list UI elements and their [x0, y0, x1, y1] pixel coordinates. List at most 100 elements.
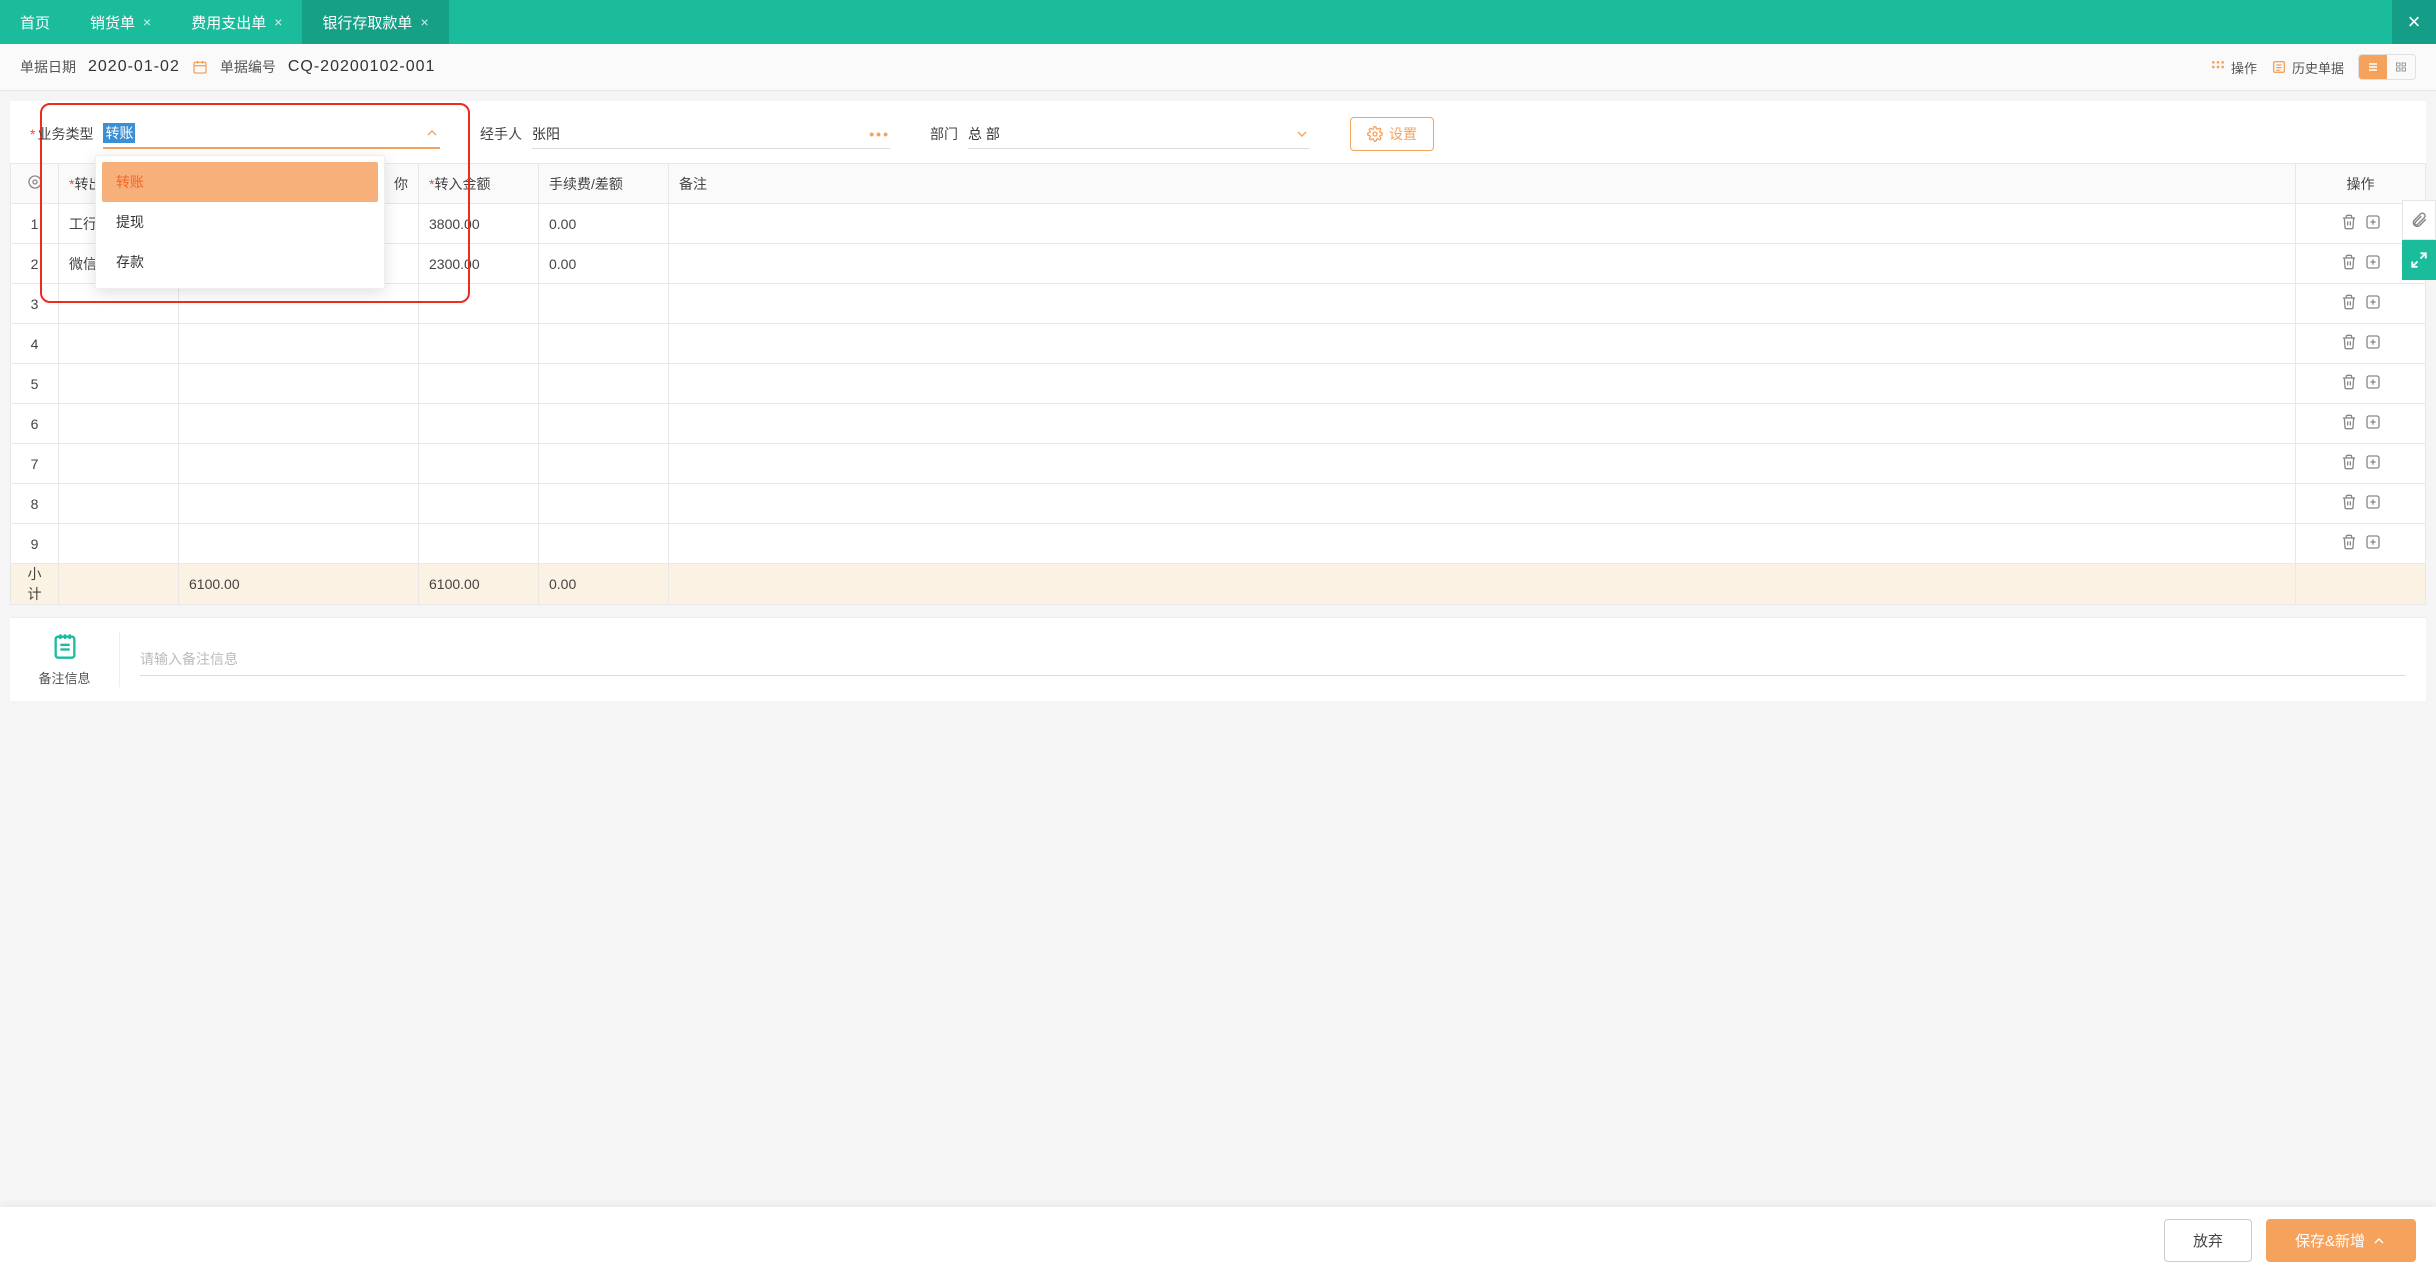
add-row-button[interactable] [2361, 334, 2385, 350]
tab-home[interactable]: 首页 [0, 0, 70, 44]
remark-section-label: 备注信息 [38, 668, 90, 687]
dropdown-option-withdraw[interactable]: 提现 [102, 202, 378, 242]
delete-row-button[interactable] [2337, 534, 2361, 550]
cell-remark[interactable] [669, 284, 2296, 324]
cell-in-amt[interactable]: 2300.00 [419, 244, 539, 284]
panel-close-button[interactable]: × [2392, 0, 2436, 44]
cell-hidden[interactable] [179, 444, 419, 484]
delete-row-button[interactable] [2337, 214, 2361, 230]
delete-row-button[interactable] [2337, 334, 2361, 350]
cell-in-amt[interactable] [419, 404, 539, 444]
cell-fee[interactable] [539, 284, 669, 324]
delete-row-button[interactable] [2337, 254, 2361, 270]
dropdown-option-deposit[interactable]: 存款 [102, 242, 378, 282]
tab-sales[interactable]: 销货单× [70, 0, 171, 44]
add-row-button[interactable] [2361, 214, 2385, 230]
cancel-button[interactable]: 放弃 [2164, 1219, 2252, 1262]
add-row-button[interactable] [2361, 374, 2385, 390]
cell-out-acct[interactable] [59, 404, 179, 444]
cell-in-amt[interactable] [419, 284, 539, 324]
cell-fee[interactable] [539, 404, 669, 444]
table-row[interactable]: 5 [11, 364, 2426, 404]
settings-button[interactable]: 设置 [1350, 117, 1434, 151]
grid-icon [2210, 59, 2226, 75]
cell-hidden[interactable] [179, 484, 419, 524]
view-toggle-list[interactable] [2359, 55, 2387, 79]
cell-remark[interactable] [669, 324, 2296, 364]
expand-button[interactable] [2402, 240, 2436, 280]
cell-fee[interactable]: 0.00 [539, 204, 669, 244]
cell-remark[interactable] [669, 404, 2296, 444]
table-row[interactable]: 9 [11, 524, 2426, 564]
close-icon[interactable]: × [143, 14, 151, 30]
cell-in-amt[interactable] [419, 484, 539, 524]
action-history[interactable]: 历史单据 [2271, 58, 2344, 77]
tab-bank[interactable]: 银行存取款单× [302, 0, 448, 44]
remark-input[interactable] [140, 643, 2406, 676]
dept-label: 部门 [930, 124, 958, 144]
cell-in-amt[interactable] [419, 364, 539, 404]
row-index: 3 [11, 284, 59, 324]
cell-fee[interactable] [539, 324, 669, 364]
dropdown-option-transfer[interactable]: 转账 [102, 162, 378, 202]
cell-fee[interactable] [539, 484, 669, 524]
cell-fee[interactable]: 0.00 [539, 244, 669, 284]
save-and-new-button[interactable]: 保存&新增 [2266, 1219, 2416, 1262]
cell-in-amt[interactable] [419, 324, 539, 364]
col-header-gear[interactable] [11, 164, 59, 204]
close-icon[interactable]: × [420, 14, 428, 30]
cell-out-acct[interactable] [59, 364, 179, 404]
date-value[interactable]: 2020-01-02 [88, 58, 180, 76]
cell-out-acct[interactable] [59, 324, 179, 364]
table-row[interactable]: 8 [11, 484, 2426, 524]
table-row[interactable]: 7 [11, 444, 2426, 484]
cell-remark[interactable] [669, 204, 2296, 244]
cell-hidden[interactable] [179, 404, 419, 444]
add-row-button[interactable] [2361, 534, 2385, 550]
footer-bar: 放弃 保存&新增 [0, 1207, 2436, 1274]
cell-in-amt[interactable] [419, 524, 539, 564]
cell-remark[interactable] [669, 364, 2296, 404]
table-row[interactable]: 6 [11, 404, 2426, 444]
delete-row-button[interactable] [2337, 454, 2361, 470]
biz-type-select[interactable]: 转账 [103, 119, 440, 149]
add-row-button[interactable] [2361, 454, 2385, 470]
history-label: 历史单据 [2292, 58, 2344, 77]
action-operations[interactable]: 操作 [2210, 58, 2257, 77]
cell-remark[interactable] [669, 484, 2296, 524]
cell-in-amt[interactable] [419, 444, 539, 484]
cell-remark[interactable] [669, 444, 2296, 484]
cell-out-acct[interactable] [59, 484, 179, 524]
handler-select[interactable]: 张阳 ••• [532, 120, 890, 149]
cell-hidden[interactable] [179, 524, 419, 564]
cell-remark[interactable] [669, 524, 2296, 564]
cell-remark[interactable] [669, 244, 2296, 284]
cell-in-amt[interactable]: 3800.00 [419, 204, 539, 244]
table-row[interactable]: 4 [11, 324, 2426, 364]
delete-row-button[interactable] [2337, 374, 2361, 390]
calendar-icon[interactable] [192, 59, 208, 75]
delete-row-button[interactable] [2337, 414, 2361, 430]
table-row[interactable]: 3 [11, 284, 2426, 324]
cell-hidden[interactable] [179, 324, 419, 364]
cell-out-acct[interactable] [59, 444, 179, 484]
cell-hidden[interactable] [179, 284, 419, 324]
cell-fee[interactable] [539, 524, 669, 564]
close-icon[interactable]: × [274, 14, 282, 30]
cell-hidden[interactable] [179, 364, 419, 404]
add-row-button[interactable] [2361, 294, 2385, 310]
delete-row-button[interactable] [2337, 494, 2361, 510]
delete-row-button[interactable] [2337, 294, 2361, 310]
tab-expense[interactable]: 费用支出单× [171, 0, 302, 44]
dept-select[interactable]: 总 部 [968, 120, 1310, 149]
remark-section: 备注信息 [10, 617, 2426, 701]
add-row-button[interactable] [2361, 254, 2385, 270]
cell-fee[interactable] [539, 364, 669, 404]
cell-out-acct[interactable] [59, 284, 179, 324]
attachment-button[interactable] [2402, 200, 2436, 240]
view-toggle-form[interactable] [2387, 55, 2415, 79]
add-row-button[interactable] [2361, 414, 2385, 430]
cell-fee[interactable] [539, 444, 669, 484]
cell-out-acct[interactable] [59, 524, 179, 564]
add-row-button[interactable] [2361, 494, 2385, 510]
